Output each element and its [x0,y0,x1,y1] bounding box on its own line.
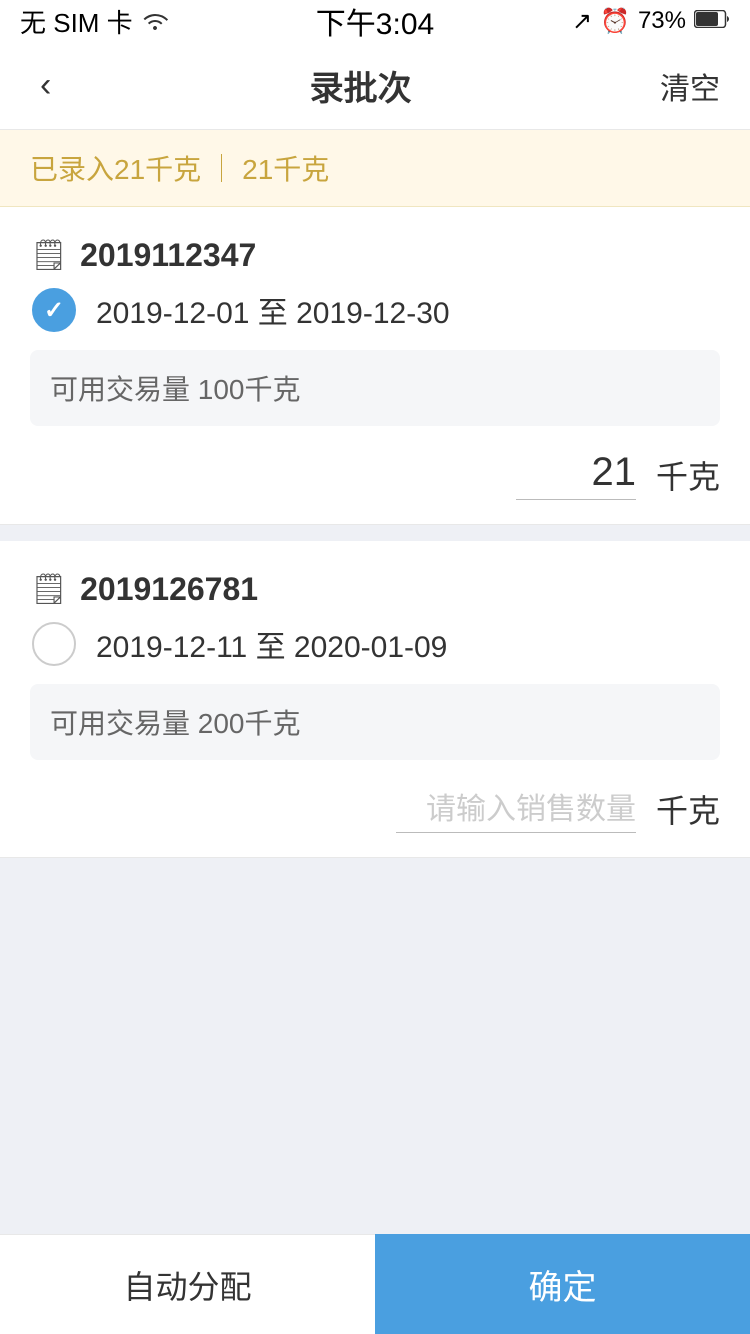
status-time: 下午3:04 [316,0,434,43]
batch2-id: 2019126781 [80,571,258,608]
section-separator [0,525,750,541]
total-label: 21千克 [242,148,329,188]
empty-area [0,858,750,1258]
batch1-date: 2019-12-01 至 2019-12-30 [96,288,450,332]
location-icon: ↗ [572,7,592,36]
batch2-unit: 千克 [656,786,720,832]
confirm-button[interactable]: 确定 [375,1234,750,1334]
alarm-icon: ⏰ [600,7,630,36]
batch2-input-container[interactable]: 请输入销售数量 [396,784,636,833]
bottom-bar: 自动分配 确定 [0,1234,750,1334]
summary-banner: 已录入21千克 21千克 [0,130,750,207]
status-left: 无 SIM 卡 [20,3,169,40]
batch1-quantity-value: 21 [591,450,636,494]
batch2-input-placeholder: 请输入销售数量 [426,793,636,826]
status-bar: 无 SIM 卡 下午3:04 ↗ ⏰ 73% [0,0,750,42]
recorded-label: 已录入21千克 [30,148,201,188]
batch1-icon: 🗒 [30,238,68,273]
batch1-quantity-container[interactable]: 21 [516,450,636,500]
battery-icon [694,7,730,35]
batch1-id: 2019112347 [80,237,256,274]
carrier-label: 无 SIM 卡 [20,3,133,40]
nav-bar: ‹ 录批次 清空 [0,42,750,130]
wifi-icon [141,6,169,37]
battery-label: 73% [638,7,686,35]
batch2-date-row: 2019-12-11 至 2020-01-09 [30,622,720,666]
batch2-icon: 🗒 [30,572,68,607]
batch1-date-row: 2019-12-01 至 2019-12-30 [30,288,720,332]
batch2-checkbox[interactable] [32,622,76,666]
batch1-checkbox[interactable] [32,288,76,332]
status-right: ↗ ⏰ 73% [572,7,730,36]
batch2-header: 🗒 2019126781 [30,571,720,608]
batch2-date: 2019-12-11 至 2020-01-09 [96,622,447,666]
batch-card-1: 🗒 2019112347 2019-12-01 至 2019-12-30 可用交… [0,207,750,426]
batch1-available: 可用交易量 100千克 [30,350,720,426]
batch2-available: 可用交易量 200千克 [30,684,720,760]
batch1-quantity-row: 21 千克 [0,426,750,525]
back-button[interactable]: ‹ [30,56,61,115]
auto-distribute-button[interactable]: 自动分配 [0,1234,375,1334]
batch2-input-row: 请输入销售数量 千克 [0,760,750,858]
clear-button[interactable]: 清空 [660,64,720,108]
batch-card-2: 🗒 2019126781 2019-12-11 至 2020-01-09 可用交… [0,541,750,760]
batch1-unit: 千克 [656,452,720,498]
summary-divider [221,154,222,182]
batch1-header: 🗒 2019112347 [30,237,720,274]
page-title: 录批次 [310,61,412,110]
